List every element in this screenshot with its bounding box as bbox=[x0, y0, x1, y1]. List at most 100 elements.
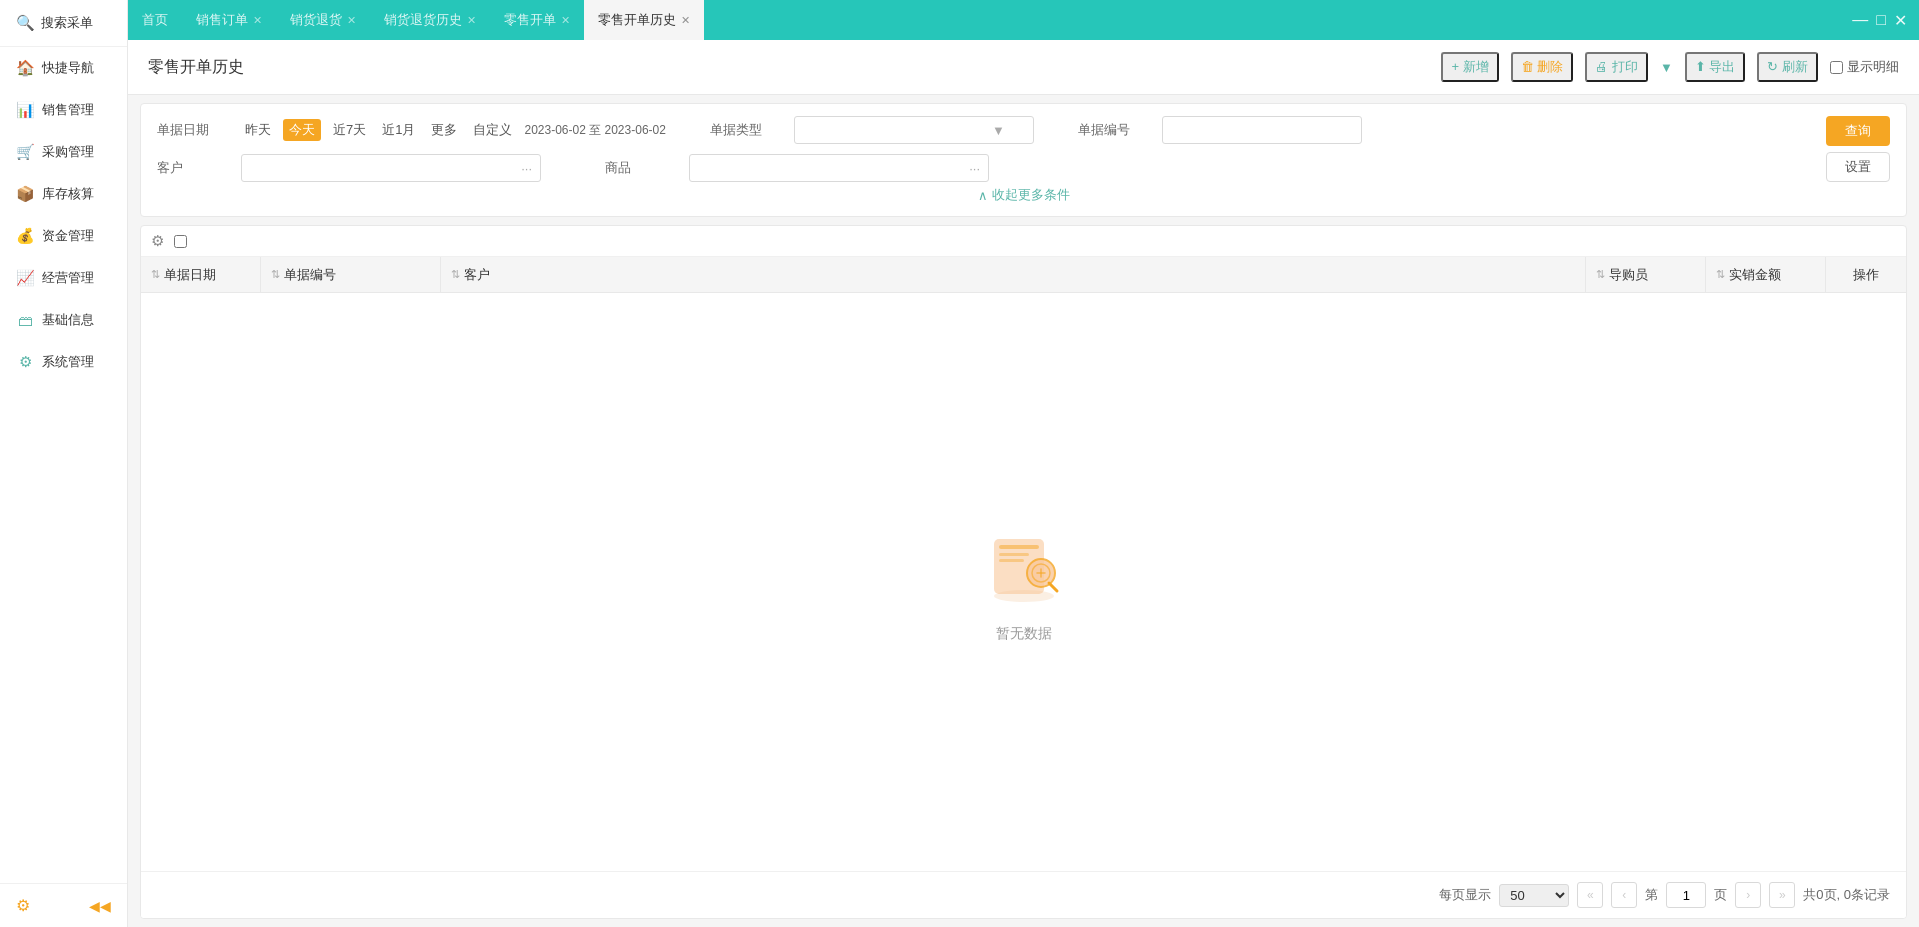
th-sort-icon[interactable]: ⇅ bbox=[151, 268, 160, 281]
query-button[interactable]: 查询 bbox=[1826, 116, 1890, 146]
display-detail-label[interactable]: 显示明细 bbox=[1830, 58, 1899, 76]
sidebar-item-label: 资金管理 bbox=[42, 227, 94, 245]
cart-icon: 🛒 bbox=[16, 143, 34, 161]
first-page-button[interactable]: « bbox=[1577, 882, 1603, 908]
date-option-today[interactable]: 今天 bbox=[283, 119, 321, 141]
trending-icon: 📈 bbox=[16, 269, 34, 287]
svg-line-6 bbox=[1049, 583, 1057, 591]
number-filter-input[interactable] bbox=[1162, 116, 1362, 144]
action-buttons: 查询 设置 bbox=[1826, 116, 1890, 182]
sidebar-item-purchase-mgmt[interactable]: 🛒 采购管理 bbox=[0, 131, 127, 173]
money-icon: 💰 bbox=[16, 227, 34, 245]
tab-retail-open-history-close[interactable]: ✕ bbox=[681, 14, 690, 27]
next-page-button[interactable]: › bbox=[1735, 882, 1761, 908]
table-header: ⇅ 单据日期 ⇅ 单据编号 ⇅ 客户 ⇅ 导购员 ⇅ 实销金额 bbox=[141, 257, 1906, 293]
sidebar-bottom: ⚙ ◀◀ bbox=[0, 883, 127, 927]
tab-retail-open-label: 零售开单 bbox=[504, 11, 556, 29]
gear-icon: ⚙ bbox=[16, 353, 34, 371]
search-icon: 🔍 bbox=[16, 14, 35, 32]
date-option-1month[interactable]: 近1月 bbox=[378, 119, 419, 141]
date-option-custom[interactable]: 自定义 bbox=[469, 119, 516, 141]
type-filter-label: 单据类型 bbox=[710, 121, 770, 139]
collapse-row: ∧ 收起更多条件 bbox=[157, 182, 1890, 204]
print-button[interactable]: 🖨 打印 bbox=[1585, 52, 1648, 82]
tab-sales-order[interactable]: 销售订单 ✕ bbox=[182, 0, 276, 40]
th-guide-label: 导购员 bbox=[1609, 266, 1648, 284]
sidebar-item-finance[interactable]: 💰 资金管理 bbox=[0, 215, 127, 257]
window-min-icon[interactable]: — bbox=[1852, 11, 1868, 29]
window-close-icon[interactable]: ✕ bbox=[1894, 11, 1907, 30]
customer-dots-icon[interactable]: ··· bbox=[521, 161, 532, 176]
date-option-7days[interactable]: 近7天 bbox=[329, 119, 370, 141]
th-guide-sort-icon[interactable]: ⇅ bbox=[1596, 268, 1605, 281]
page-title-bar: 零售开单历史 + 新增 🗑 删除 🖨 打印 ▼ ⬆ 导出 ↻ 刷新 显示明细 bbox=[128, 40, 1919, 95]
add-button[interactable]: + 新增 bbox=[1441, 52, 1498, 82]
customer-filter-label: 客户 bbox=[157, 159, 217, 177]
svg-rect-4 bbox=[999, 559, 1024, 562]
th-customer-sort-icon[interactable]: ⇅ bbox=[451, 268, 460, 281]
prev-page-button[interactable]: ‹ bbox=[1611, 882, 1637, 908]
window-max-icon[interactable]: □ bbox=[1876, 11, 1886, 29]
box-icon: 📦 bbox=[16, 185, 34, 203]
toolbar: + 新增 🗑 删除 🖨 打印 ▼ ⬆ 导出 ↻ 刷新 显示明细 bbox=[1441, 52, 1899, 82]
refresh-button[interactable]: ↻ 刷新 bbox=[1757, 52, 1818, 82]
print-arrow-icon[interactable]: ▼ bbox=[1660, 60, 1673, 75]
empty-text: 暂无数据 bbox=[996, 625, 1052, 643]
th-amount-sort-icon[interactable]: ⇅ bbox=[1716, 268, 1725, 281]
tab-retail-open-history[interactable]: 零售开单历史 ✕ bbox=[584, 0, 704, 40]
delete-button[interactable]: 🗑 删除 bbox=[1511, 52, 1574, 82]
home-icon: 🏠 bbox=[16, 59, 34, 77]
sidebar-item-label: 基础信息 bbox=[42, 311, 94, 329]
filter-row-2: 客户 ··· 商品 ··· bbox=[157, 154, 1810, 182]
th-number: ⇅ 单据编号 bbox=[261, 257, 441, 292]
settings-button[interactable]: 设置 bbox=[1826, 152, 1890, 182]
last-page-button[interactable]: » bbox=[1769, 882, 1795, 908]
goods-filter-input[interactable]: ··· bbox=[689, 154, 989, 182]
top-nav: 首页 销售订单 ✕ 销货退货 ✕ 销货退货历史 ✕ 零售开单 ✕ 零售开单历史 … bbox=[128, 0, 1919, 40]
sidebar-item-system[interactable]: ⚙ 系统管理 bbox=[0, 341, 127, 383]
tab-home-label: 首页 bbox=[142, 11, 168, 29]
sidebar-item-inventory[interactable]: 📦 库存核算 bbox=[0, 173, 127, 215]
database-icon: 🗃 bbox=[16, 311, 34, 329]
filter-row-1: 单据日期 昨天 今天 近7天 近1月 更多 自定义 2023-06-02 至 2… bbox=[157, 116, 1810, 144]
customer-filter-input[interactable]: ··· bbox=[241, 154, 541, 182]
sidebar: 🔍 搜索采单 🏠 快捷导航 📊 销售管理 🛒 采购管理 📦 库存核算 💰 资金管… bbox=[0, 0, 128, 927]
select-all-checkbox[interactable] bbox=[174, 235, 187, 248]
sidebar-item-label: 快捷导航 bbox=[42, 59, 94, 77]
sidebar-item-label: 库存核算 bbox=[42, 185, 94, 203]
empty-state: 暂无数据 bbox=[141, 293, 1906, 871]
table-toolbar: ⚙ bbox=[141, 226, 1906, 257]
date-option-more[interactable]: 更多 bbox=[427, 119, 461, 141]
tab-home[interactable]: 首页 bbox=[128, 0, 182, 40]
date-option-yesterday[interactable]: 昨天 bbox=[241, 119, 275, 141]
tab-sales-return-close[interactable]: ✕ bbox=[347, 14, 356, 27]
display-detail-checkbox[interactable] bbox=[1830, 61, 1843, 74]
tab-sales-return[interactable]: 销货退货 ✕ bbox=[276, 0, 370, 40]
th-date: ⇅ 单据日期 bbox=[141, 257, 261, 292]
tab-retail-open-close[interactable]: ✕ bbox=[561, 14, 570, 27]
nav-window-controls: — □ ✕ bbox=[1852, 11, 1919, 30]
sidebar-item-basic-info[interactable]: 🗃 基础信息 bbox=[0, 299, 127, 341]
tab-sales-order-close[interactable]: ✕ bbox=[253, 14, 262, 27]
tab-sales-return-history-close[interactable]: ✕ bbox=[467, 14, 476, 27]
export-button[interactable]: ⬆ 导出 bbox=[1685, 52, 1746, 82]
sidebar-item-sales-mgmt[interactable]: 📊 销售管理 bbox=[0, 89, 127, 131]
th-number-sort-icon[interactable]: ⇅ bbox=[271, 268, 280, 281]
sidebar-item-quick-nav[interactable]: 🏠 快捷导航 bbox=[0, 47, 127, 89]
sidebar-search[interactable]: 🔍 搜索采单 bbox=[0, 0, 127, 47]
type-filter-select[interactable]: ▼ bbox=[794, 116, 1034, 144]
page-input[interactable]: 1 bbox=[1666, 882, 1706, 908]
table-settings-icon[interactable]: ⚙ bbox=[151, 232, 164, 250]
tab-sales-return-history[interactable]: 销货退货历史 ✕ bbox=[370, 0, 490, 40]
table-section: ⚙ ⇅ 单据日期 ⇅ 单据编号 ⇅ 客户 ⇅ 导购员 bbox=[140, 225, 1907, 919]
collapse-button[interactable]: ∧ 收起更多条件 bbox=[978, 186, 1070, 204]
th-amount-label: 实销金额 bbox=[1729, 266, 1781, 284]
settings-icon[interactable]: ⚙ bbox=[16, 896, 30, 915]
tab-retail-open[interactable]: 零售开单 ✕ bbox=[490, 0, 584, 40]
date-filter-label: 单据日期 bbox=[157, 121, 217, 139]
goods-dots-icon[interactable]: ··· bbox=[969, 161, 980, 176]
collapse-icon[interactable]: ◀◀ bbox=[89, 898, 111, 914]
sidebar-search-label: 搜索采单 bbox=[41, 14, 93, 32]
per-page-select[interactable]: 50 10 20 100 bbox=[1499, 884, 1569, 907]
sidebar-item-operations[interactable]: 📈 经营管理 bbox=[0, 257, 127, 299]
